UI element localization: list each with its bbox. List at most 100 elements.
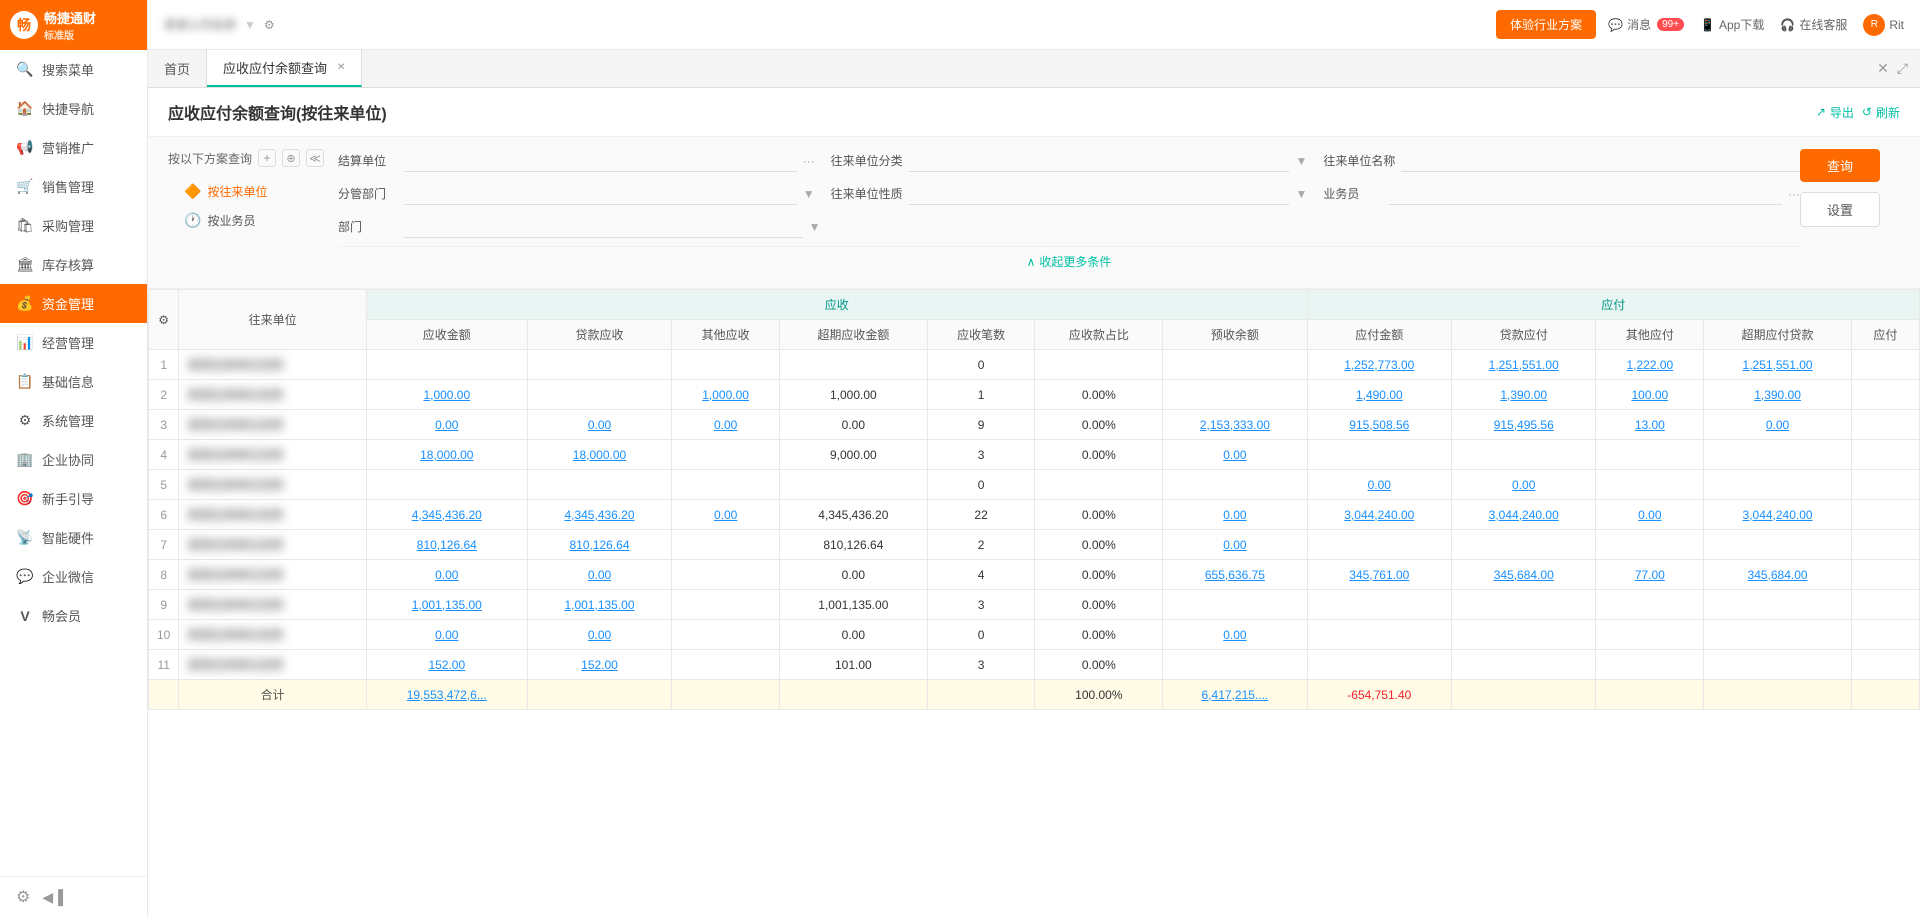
ar-amount-cell[interactable]: 810,126.64 [366, 530, 527, 560]
ap-amount-cell[interactable]: 915,508.56 [1307, 410, 1451, 440]
tab-ar-ap-query[interactable]: 应收应付余额查询 ✕ [207, 50, 362, 87]
sidebar-settings-icon[interactable]: ⚙ [16, 887, 30, 907]
ap-loan-cell[interactable]: 345,684.00 [1452, 560, 1596, 590]
tab-close-icon[interactable]: ✕ [337, 62, 345, 73]
ap-amount-cell[interactable]: 1,490.00 [1307, 380, 1451, 410]
sidebar-item-search-menu[interactable]: 🔍 搜索菜单 [0, 50, 147, 89]
settings-scheme-icon[interactable]: ⊕ [282, 149, 300, 167]
ap-other-cell[interactable]: 0.00 [1596, 500, 1704, 530]
ar-amount-cell[interactable]: 152.00 [366, 650, 527, 680]
ap-other-cell[interactable]: 1,222.00 [1596, 350, 1704, 380]
ar-advance-cell[interactable]: 2,153,333.00 [1163, 410, 1307, 440]
sidebar-item-purchase[interactable]: 🛍 采购管理 [0, 206, 147, 245]
salesperson-input[interactable] [1389, 182, 1782, 205]
scheme-option-by-staff[interactable]: 🕐 按业务员 [168, 206, 328, 235]
ar-amount-cell[interactable]: 1,001,135.00 [366, 590, 527, 620]
ap-loan-cell[interactable]: 1,390.00 [1452, 380, 1596, 410]
ar-other-cell[interactable]: 0.00 [672, 500, 780, 530]
partner-category-input[interactable] [909, 149, 1290, 172]
sidebar-item-enterprise-coop[interactable]: 🏢 企业协同 [0, 440, 147, 479]
ap-loan-cell[interactable]: 3,044,240.00 [1452, 500, 1596, 530]
ar-amount-cell[interactable]: 0.00 [366, 620, 527, 650]
ar-amount-cell[interactable]: 18,000.00 [366, 440, 527, 470]
ap-amount-cell[interactable]: 0.00 [1307, 470, 1451, 500]
ar-amount-cell[interactable]: 0.00 [366, 560, 527, 590]
online-service-item[interactable]: 🎧 在线客服 [1780, 16, 1847, 33]
manage-dept-input[interactable] [404, 182, 797, 205]
collapse-more-btn[interactable]: ∧ 收起更多条件 [338, 246, 1800, 276]
ap-overdue-cell[interactable]: 0.00 [1704, 410, 1852, 440]
ap-overdue-cell[interactable]: 1,251,551.00 [1704, 350, 1852, 380]
ar-loan-cell[interactable]: 0.00 [527, 560, 671, 590]
ar-advance-cell[interactable]: 0.00 [1163, 440, 1307, 470]
settlement-unit-input[interactable] [404, 149, 797, 172]
setting-button[interactable]: 设置 [1800, 192, 1880, 227]
query-button[interactable]: 查询 [1800, 149, 1880, 182]
ar-loan-cell[interactable]: 152.00 [527, 650, 671, 680]
ar-amount-cell[interactable]: 1,000.00 [366, 380, 527, 410]
refresh-button[interactable]: ↺ 刷新 [1862, 104, 1900, 121]
partner-category-chevron-icon[interactable]: ▼ [1295, 154, 1307, 168]
ar-advance-cell[interactable]: 655,636.75 [1163, 560, 1307, 590]
sidebar-item-inventory[interactable]: 🏛 库存核算 [0, 245, 147, 284]
ar-loan-cell[interactable]: 1,001,135.00 [527, 590, 671, 620]
ap-other-cell[interactable]: 13.00 [1596, 410, 1704, 440]
settings-icon[interactable]: ⚙ [264, 18, 275, 32]
ap-loan-cell[interactable]: 915,495.56 [1452, 410, 1596, 440]
tab-maximize-icon[interactable]: ⤢ [1897, 60, 1908, 77]
sidebar-item-marketing[interactable]: 📢 营销推广 [0, 128, 147, 167]
sidebar-item-smart-hw[interactable]: 📡 智能硬件 [0, 518, 147, 557]
partner-nature-input[interactable] [909, 182, 1290, 205]
ar-advance-cell[interactable]: 0.00 [1163, 620, 1307, 650]
promo-button[interactable]: 体验行业方案 [1496, 10, 1596, 39]
sidebar-item-beginner[interactable]: 🎯 新手引导 [0, 479, 147, 518]
ap-loan-cell[interactable]: 0.00 [1452, 470, 1596, 500]
ar-loan-cell[interactable]: 4,345,436.20 [527, 500, 671, 530]
ap-other-cell[interactable]: 77.00 [1596, 560, 1704, 590]
sidebar-item-quick-nav[interactable]: 🏠 快捷导航 [0, 89, 147, 128]
sidebar-item-operations[interactable]: 📊 经营管理 [0, 323, 147, 362]
message-item[interactable]: 💬 消息 99+ [1608, 16, 1684, 33]
partner-nature-chevron-icon[interactable]: ▼ [1295, 187, 1307, 201]
salesperson-dots-icon[interactable]: ··· [1788, 187, 1800, 201]
ap-amount-cell[interactable]: 3,044,240.00 [1307, 500, 1451, 530]
user-avatar[interactable]: R Rit [1863, 14, 1904, 36]
ar-loan-cell[interactable]: 18,000.00 [527, 440, 671, 470]
sidebar-item-enterprise-wx[interactable]: 💬 企业微信 [0, 557, 147, 596]
ar-loan-cell[interactable]: 0.00 [527, 620, 671, 650]
ar-advance-cell[interactable]: 0.00 [1163, 530, 1307, 560]
ar-loan-cell[interactable]: 0.00 [527, 410, 671, 440]
ap-overdue-cell[interactable]: 3,044,240.00 [1704, 500, 1852, 530]
ap-amount-cell[interactable]: 345,761.00 [1307, 560, 1451, 590]
add-scheme-icon[interactable]: + [258, 149, 276, 167]
app-download-item[interactable]: 📱 App下载 [1700, 16, 1764, 33]
ap-overdue-cell[interactable]: 1,390.00 [1704, 380, 1852, 410]
ar-other-cell[interactable]: 0.00 [672, 410, 780, 440]
department-input[interactable] [404, 215, 803, 238]
table-settings-col[interactable]: ⚙ [149, 290, 179, 350]
ar-other-cell[interactable]: 1,000.00 [672, 380, 780, 410]
sidebar-collapse-icon[interactable]: ◀▐ [42, 889, 63, 906]
ap-loan-cell[interactable]: 1,251,551.00 [1452, 350, 1596, 380]
ap-other-cell[interactable]: 100.00 [1596, 380, 1704, 410]
sidebar-item-basic-info[interactable]: 📋 基础信息 [0, 362, 147, 401]
footer-ar-advance-total[interactable]: 6,417,215.... [1163, 680, 1307, 710]
ap-amount-cell[interactable]: 1,252,773.00 [1307, 350, 1451, 380]
manage-dept-chevron-icon[interactable]: ▼ [803, 187, 815, 201]
ar-advance-cell[interactable]: 0.00 [1163, 500, 1307, 530]
collapse-scheme-icon[interactable]: ≪ [306, 149, 324, 167]
ar-loan-cell[interactable]: 810,126.64 [527, 530, 671, 560]
sidebar-item-member[interactable]: V 畅会员 [0, 596, 147, 635]
tab-close-window-icon[interactable]: ✕ [1877, 60, 1889, 77]
tab-home[interactable]: 首页 [148, 50, 207, 87]
sidebar-item-system[interactable]: ⚙ 系统管理 [0, 401, 147, 440]
ap-overdue-cell[interactable]: 345,684.00 [1704, 560, 1852, 590]
footer-ar-total[interactable]: 19,553,472,6... [366, 680, 527, 710]
sidebar-item-sales[interactable]: 🛒 销售管理 [0, 167, 147, 206]
settlement-dots-icon[interactable]: ··· [803, 154, 815, 168]
ar-amount-cell[interactable]: 0.00 [366, 410, 527, 440]
export-button[interactable]: ↗ 导出 [1816, 104, 1854, 121]
department-chevron-icon[interactable]: ▼ [809, 220, 821, 234]
ar-amount-cell[interactable]: 4,345,436.20 [366, 500, 527, 530]
scheme-option-by-unit[interactable]: 🔶 按往来单位 [168, 177, 328, 206]
